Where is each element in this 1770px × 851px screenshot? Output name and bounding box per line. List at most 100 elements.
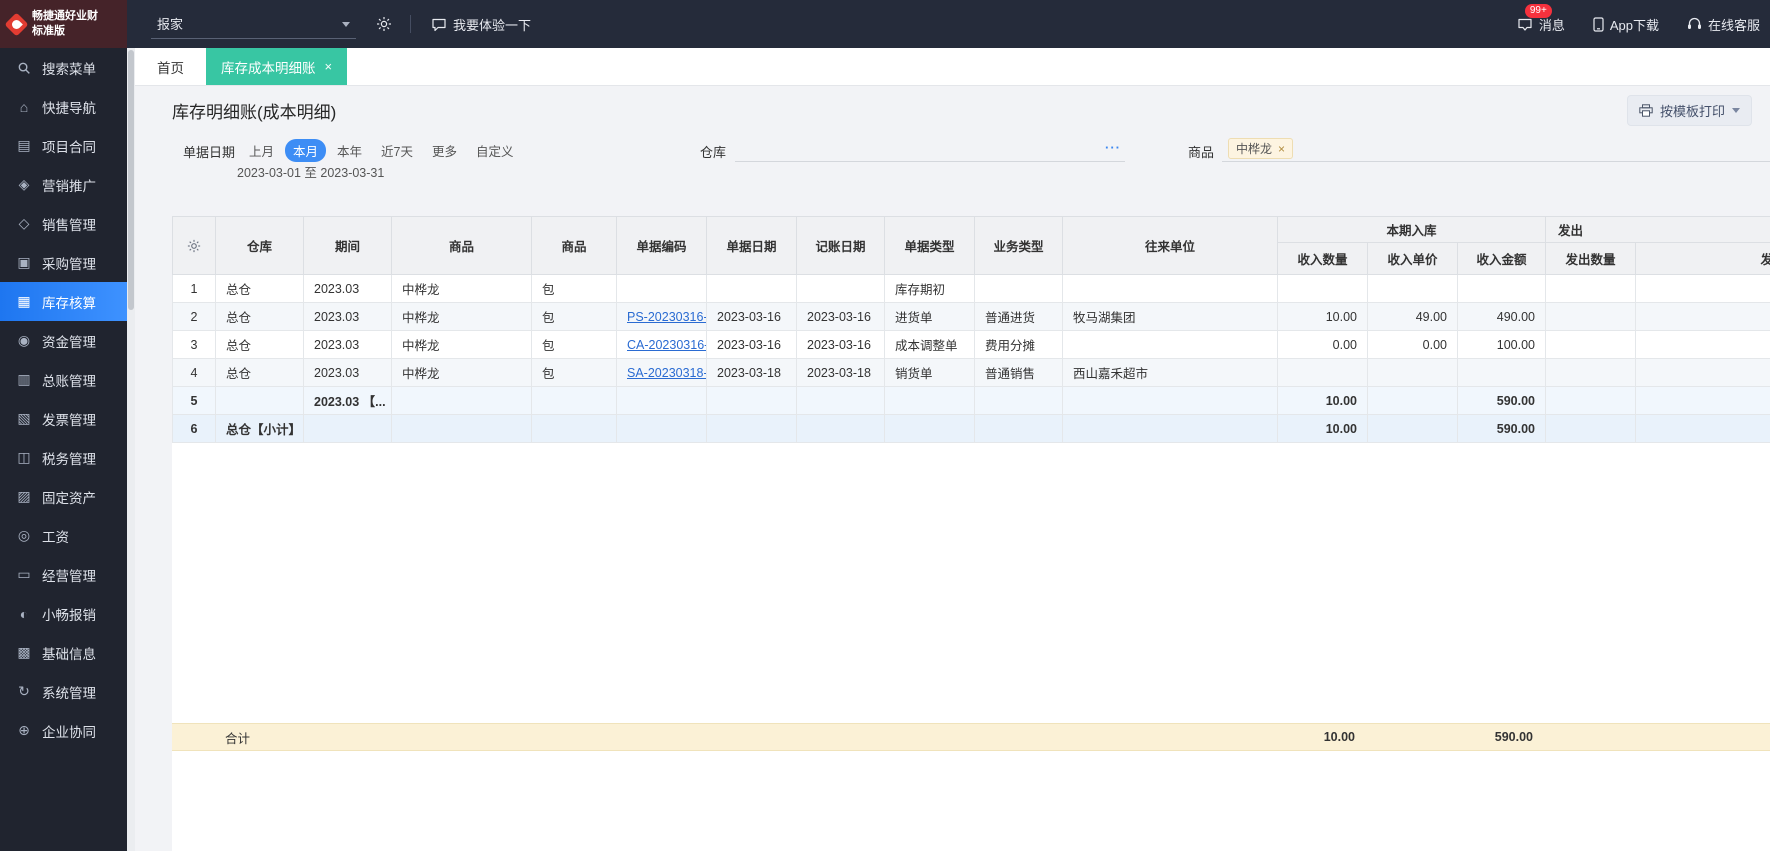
cell-product: 中桦龙 <box>391 302 532 331</box>
scrollbar-thumb[interactable] <box>128 50 134 310</box>
account-selector[interactable]: 报家 <box>151 9 356 39</box>
inventory-icon: ▦ <box>17 293 31 309</box>
cell-price: 0.00 <box>1367 330 1458 359</box>
table-row[interactable]: 5 2023.03 【... 10.00 590.00 <box>172 386 1770 415</box>
online-service-button[interactable]: 在线客服 <box>1687 15 1760 34</box>
cell-period <box>303 414 392 443</box>
settings-gear-button[interactable] <box>376 16 392 32</box>
product-input[interactable]: 中桦龙 × <box>1222 136 1770 162</box>
sidebar-item-fixed-assets[interactable]: ▨ 固定资产 <box>0 477 127 516</box>
date-option[interactable]: 近7天 <box>373 139 421 162</box>
sidebar-item-label: 经营管理 <box>42 568 96 584</box>
date-option[interactable]: 上月 <box>241 139 282 162</box>
total-cell <box>1062 724 1277 750</box>
print-by-template-button[interactable]: 按模板打印 <box>1626 94 1752 126</box>
date-option[interactable]: 本月 <box>285 139 327 162</box>
sidebar-item-payroll[interactable]: ◎ 工资 <box>0 516 127 555</box>
app-download-button[interactable]: App下载 <box>1593 15 1659 34</box>
account-selector-value: 报家 <box>157 17 184 32</box>
cell-qty <box>1277 274 1368 303</box>
table-row[interactable]: 6 总仓【小计】 10.00 590.00 <box>172 414 1770 443</box>
tab-close-icon[interactable]: × <box>325 59 333 74</box>
product-tag[interactable]: 中桦龙 × <box>1228 138 1294 159</box>
cell-book_date <box>796 414 885 443</box>
sidebar-item-purchase[interactable]: ▣ 采购管理 <box>0 243 127 282</box>
col-group-inbound: 本期入库 <box>1277 216 1546 243</box>
sidebar-item-label: 项目合同 <box>42 139 96 155</box>
experience-label: 我要体验一下 <box>453 17 532 33</box>
cell-out_qty <box>1545 386 1636 415</box>
sidebar-item-system[interactable]: ↻ 系统管理 <box>0 672 127 711</box>
sidebar-item-inventory[interactable]: ▦ 库存核算 <box>0 282 127 321</box>
col-header-partner: 往来单位 <box>1062 216 1278 275</box>
ledger-table-area: 仓库 期间 商品 商品 单据编码 单据日期 记账日期 单据类型 业务类型 往来单位 本期入库 发出 收入… <box>172 216 1770 851</box>
total-cell <box>1367 724 1457 750</box>
experience-button[interactable]: 我要体验一下 <box>431 15 531 34</box>
doc-code-link[interactable]: PS-20230316-0 <box>616 302 707 331</box>
sidebar-item-label: 营销推广 <box>42 178 96 194</box>
tab-inventory-cost-detail[interactable]: 库存成本明细账 × <box>206 48 348 85</box>
sidebar-item-quick-nav[interactable]: ⌂ 快捷导航 <box>0 87 127 126</box>
cell-num: 6 <box>172 414 216 443</box>
sidebar-item-operations[interactable]: ▭ 经营管理 <box>0 555 127 594</box>
sidebar-item-invoice[interactable]: ▧ 发票管理 <box>0 399 127 438</box>
more-options-icon[interactable]: ··· <box>1105 140 1121 155</box>
cell-num: 2 <box>172 302 216 331</box>
total-cell <box>531 724 616 750</box>
tag-remove-icon[interactable]: × <box>1278 142 1285 156</box>
sidebar-item-collaboration[interactable]: ⊕ 企业协同 <box>0 711 127 750</box>
total-qty: 10.00 <box>1323 730 1355 744</box>
doc-code-link[interactable]: CA-20230316-0 <box>616 330 707 359</box>
marketing-icon: ◈ <box>18 176 30 192</box>
mobile-phone-icon <box>1593 16 1604 32</box>
cell-amount <box>1457 274 1546 303</box>
sidebar-item-general-ledger[interactable]: ▥ 总账管理 <box>0 360 127 399</box>
table-row[interactable]: 1 总仓 2023.03 中桦龙包 库存期初 <box>172 274 1770 303</box>
total-amount: 590.00 <box>1494 730 1533 744</box>
date-option[interactable]: 本年 <box>329 139 370 162</box>
sidebar-item-label: 企业协同 <box>42 724 96 740</box>
table-row[interactable]: 2 总仓 2023.03 中桦龙包 PS-20230316-0 2023-03-16 202… <box>172 302 1770 331</box>
cell-doc_date: 2023-03-16 <box>706 330 797 359</box>
table-row[interactable]: 3 总仓 2023.03 中桦龙包 CA-20230316-0 2023-03-16 202… <box>172 330 1770 359</box>
cell-product: 中桦龙 <box>391 358 532 387</box>
date-option[interactable]: 更多 <box>424 139 465 162</box>
purchase-icon: ▣ <box>17 254 31 270</box>
cell-out_price <box>1634 414 1770 443</box>
tab-home[interactable]: 首页 <box>135 48 206 85</box>
speech-bubble-icon <box>432 18 446 31</box>
base-info-icon: ▩ <box>17 644 31 660</box>
total-cell <box>1545 724 1635 750</box>
table-row[interactable]: 4 总仓 2023.03 中桦龙包 SA-20230318-0 2023-03-18 202… <box>172 358 1770 387</box>
cell-book_date <box>796 386 885 415</box>
expense-icon: ◐ <box>19 605 29 622</box>
sidebar-item-search[interactable]: 搜索菜单 <box>0 48 127 87</box>
cell-doc_type: 进货单 <box>884 302 975 331</box>
online-service-label: 在线客服 <box>1707 17 1760 33</box>
cell-amount <box>1457 358 1546 387</box>
sidebar-item-expense[interactable]: ◐ 小畅报销 <box>0 594 127 633</box>
sidebar-item-funds[interactable]: ◉ 资金管理 <box>0 321 127 360</box>
sidebar-scrollbar[interactable] <box>127 48 135 851</box>
total-row: 合计 10.00 590.00 <box>172 723 1770 751</box>
collaboration-icon: ⊕ <box>18 722 30 738</box>
doc-code-link[interactable]: SA-20230318-0 <box>616 358 707 387</box>
column-settings-button[interactable] <box>172 216 216 275</box>
sidebar-item-project-contract[interactable]: ▤ 项目合同 <box>0 126 127 165</box>
cell-doc_date: 2023-03-18 <box>706 358 797 387</box>
cell-price <box>1367 386 1458 415</box>
messages-button[interactable]: 99+ 消息 <box>1517 3 1565 34</box>
cell-warehouse: 总仓【小计】 <box>215 414 304 443</box>
cell-period: 2023.03 <box>303 330 392 359</box>
sidebar-item-marketing[interactable]: ◈ 营销推广 <box>0 165 127 204</box>
col-header-unit: 商品 <box>531 216 617 275</box>
cell-out_qty <box>1545 358 1636 387</box>
warehouse-input[interactable]: ··· <box>735 136 1125 162</box>
ledger-table: 仓库 期间 商品 商品 单据编码 单据日期 记账日期 单据类型 业务类型 往来单位 本期入库 发出 收入… <box>172 216 1770 443</box>
date-option[interactable]: 自定义 <box>468 139 522 162</box>
sidebar-item-sales[interactable]: ◇ 销售管理 <box>0 204 127 243</box>
chevron-down-icon <box>1732 107 1740 117</box>
col-header-out_qty: 发出数量 <box>1545 242 1636 275</box>
sidebar-item-tax[interactable]: ◫ 税务管理 <box>0 438 127 477</box>
sidebar-item-base-info[interactable]: ▩ 基础信息 <box>0 633 127 672</box>
